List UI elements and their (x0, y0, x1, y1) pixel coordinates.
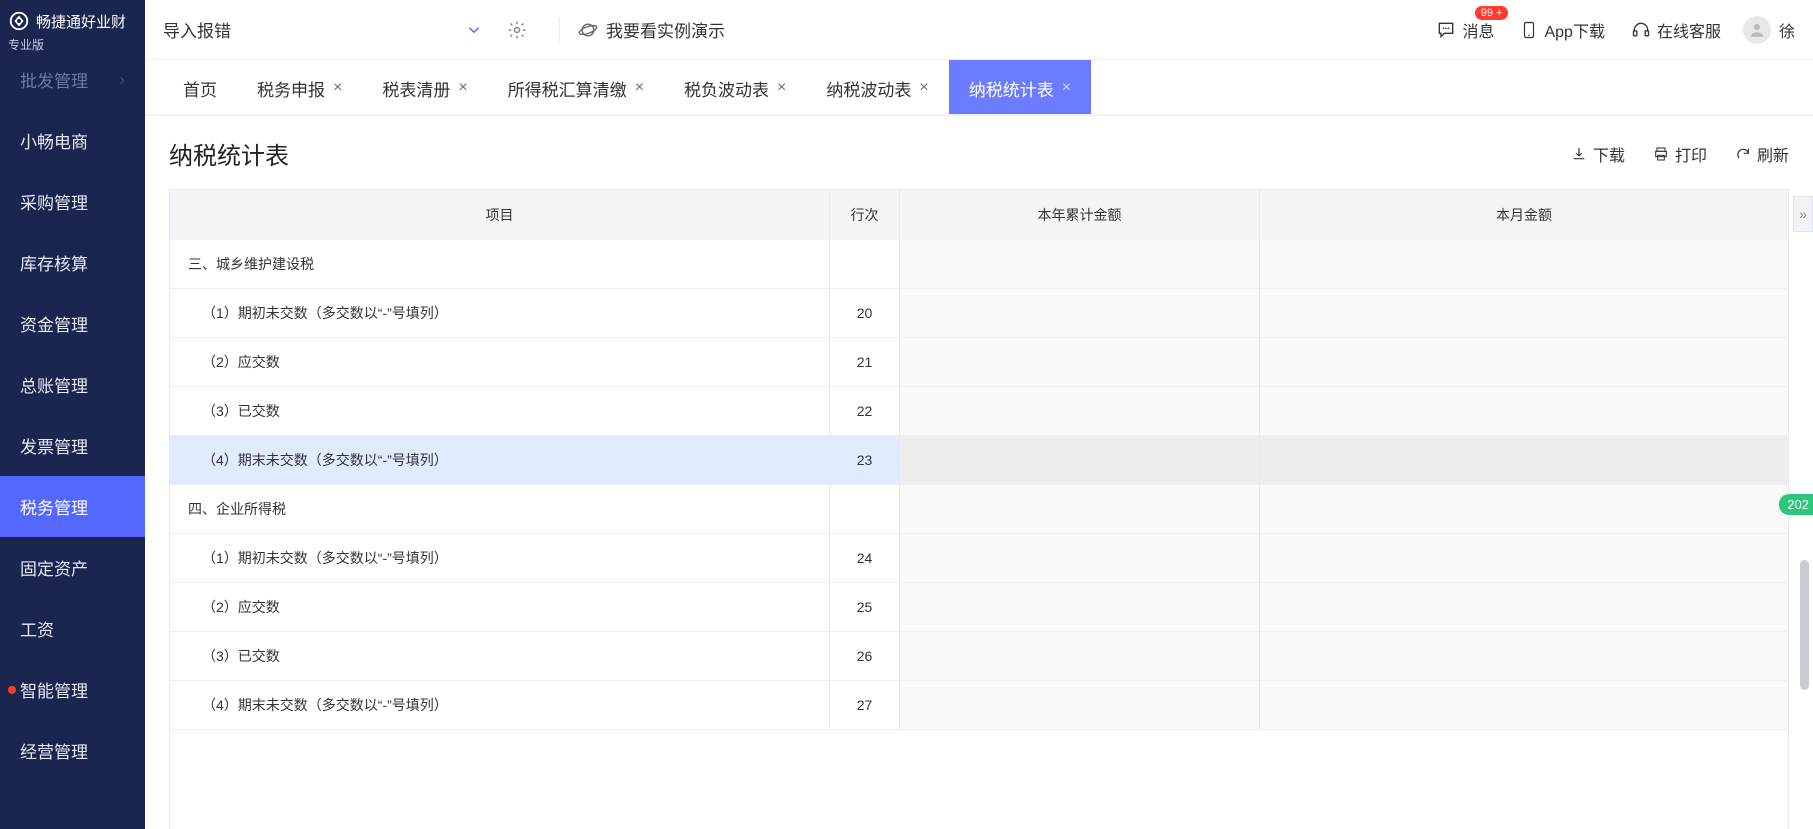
planet-icon (578, 20, 598, 40)
col-header-item: 项目 (170, 190, 830, 240)
col-header-line: 行次 (830, 190, 900, 240)
messages-button[interactable]: 消息 99 + (1436, 18, 1494, 42)
table-body: 三、城乡维护建设税（1）期初未交数（多交数以“-”号填列）20（2）应交数21（… (170, 240, 1788, 829)
table-row[interactable]: （2）应交数21 (170, 338, 1788, 387)
sidebar-item[interactable]: 发票管理 (0, 415, 145, 476)
brand-edition: 专业版 (0, 36, 145, 63)
table-row[interactable]: （4）期末未交数（多交数以“-”号填列）27 (170, 681, 1788, 730)
sidebar-item[interactable]: 小畅电商 (0, 110, 145, 171)
download-button[interactable]: 下载 (1571, 142, 1625, 166)
scrollbar[interactable] (1800, 560, 1809, 690)
sidebar-item[interactable]: 固定资产 (0, 537, 145, 598)
context-select[interactable]: 导入报错 (163, 17, 493, 42)
tab[interactable]: 税负波动表× (664, 60, 806, 116)
refresh-button[interactable]: 刷新 (1735, 142, 1789, 166)
table-row[interactable]: （2）应交数25 (170, 583, 1788, 632)
main: 导入报错 我要看实例演示 消息 99 + (145, 0, 1813, 829)
sidebar-item[interactable]: 智能管理 (0, 659, 145, 720)
refresh-icon (1735, 146, 1751, 162)
brand-logo-icon (8, 10, 30, 32)
tab[interactable]: 纳税统计表× (949, 60, 1091, 116)
table-row[interactable]: 四、企业所得税 (170, 485, 1788, 534)
col-header-year: 本年累计金额 (900, 190, 1260, 240)
messages-badge: 99 + (1475, 6, 1509, 20)
print-icon (1653, 146, 1669, 162)
table-row[interactable]: 三、城乡维护建设税 (170, 240, 1788, 289)
close-icon[interactable]: × (1062, 79, 1071, 97)
table-header: 项目 行次 本年累计金额 本月金额 (170, 190, 1788, 240)
table-row[interactable]: （1）期初未交数（多交数以“-”号填列）24 (170, 534, 1788, 583)
topbar: 导入报错 我要看实例演示 消息 99 + (145, 0, 1813, 60)
tab[interactable]: 税务申报× (237, 60, 362, 116)
table-row[interactable]: （3）已交数22 (170, 387, 1788, 436)
close-icon[interactable]: × (777, 79, 786, 97)
chevron-right-icon: » (1799, 206, 1807, 222)
notification-dot-icon (8, 686, 16, 694)
tab[interactable]: 税表清册× (362, 60, 487, 116)
sidebar: 畅捷通好业财 专业版 批发管理 › 小畅电商采购管理库存核算资金管理总账管理发票… (0, 0, 145, 829)
avatar[interactable] (1743, 16, 1771, 44)
chevron-down-icon (465, 21, 483, 39)
tabs: 首页税务申报×税表清册×所得税汇算清缴×税负波动表×纳税波动表×纳税统计表× (145, 60, 1813, 116)
year-tag[interactable]: 202 (1779, 494, 1813, 515)
table-row[interactable]: （1）期初未交数（多交数以“-”号填列）20 (170, 289, 1788, 338)
context-select-label: 导入报错 (163, 17, 231, 42)
close-icon[interactable]: × (919, 79, 928, 97)
brand-name: 畅捷通好业财 (36, 11, 126, 32)
chevron-icon: › (119, 70, 125, 90)
sidebar-item[interactable]: 总账管理 (0, 354, 145, 415)
divider (559, 18, 560, 42)
page-header: 纳税统计表 下载 打印 刷新 (169, 116, 1789, 189)
expand-handle[interactable]: » (1793, 196, 1813, 232)
sidebar-item-cut[interactable]: 批发管理 › (0, 63, 145, 110)
sidebar-item[interactable]: 税务管理 (0, 476, 145, 537)
tab[interactable]: 首页 (163, 60, 237, 116)
table-row[interactable]: （3）已交数26 (170, 632, 1788, 681)
print-button[interactable]: 打印 (1653, 142, 1707, 166)
headset-icon (1631, 20, 1651, 40)
app-download-button[interactable]: App下载 (1520, 18, 1604, 42)
sidebar-item[interactable]: 工资 (0, 598, 145, 659)
tab[interactable]: 纳税波动表× (806, 60, 948, 116)
close-icon[interactable]: × (333, 79, 342, 97)
tab[interactable]: 所得税汇算清缴× (488, 60, 664, 116)
message-icon (1436, 20, 1456, 40)
close-icon[interactable]: × (458, 79, 467, 97)
sidebar-item[interactable]: 资金管理 (0, 293, 145, 354)
sidebar-item[interactable]: 经营管理 (0, 720, 145, 781)
download-icon (1571, 146, 1587, 162)
demo-link[interactable]: 我要看实例演示 (578, 17, 725, 42)
username: 徐 (1779, 18, 1795, 42)
content: 纳税统计表 下载 打印 刷新 (145, 116, 1813, 829)
tax-table: 项目 行次 本年累计金额 本月金额 三、城乡维护建设税（1）期初未交数（多交数以… (169, 189, 1789, 829)
brand: 畅捷通好业财 (0, 0, 145, 36)
sidebar-nav: 批发管理 › 小畅电商采购管理库存核算资金管理总账管理发票管理税务管理固定资产工… (0, 63, 145, 829)
gear-icon[interactable] (507, 20, 527, 40)
page-title: 纳税统计表 (169, 136, 289, 171)
table-row[interactable]: （4）期末未交数（多交数以“-”号填列）23 (170, 436, 1788, 485)
close-icon[interactable]: × (635, 79, 644, 97)
sidebar-item[interactable]: 库存核算 (0, 232, 145, 293)
sidebar-item[interactable]: 采购管理 (0, 171, 145, 232)
col-header-month: 本月金额 (1260, 190, 1788, 240)
phone-icon (1520, 20, 1538, 40)
support-button[interactable]: 在线客服 (1631, 18, 1721, 42)
